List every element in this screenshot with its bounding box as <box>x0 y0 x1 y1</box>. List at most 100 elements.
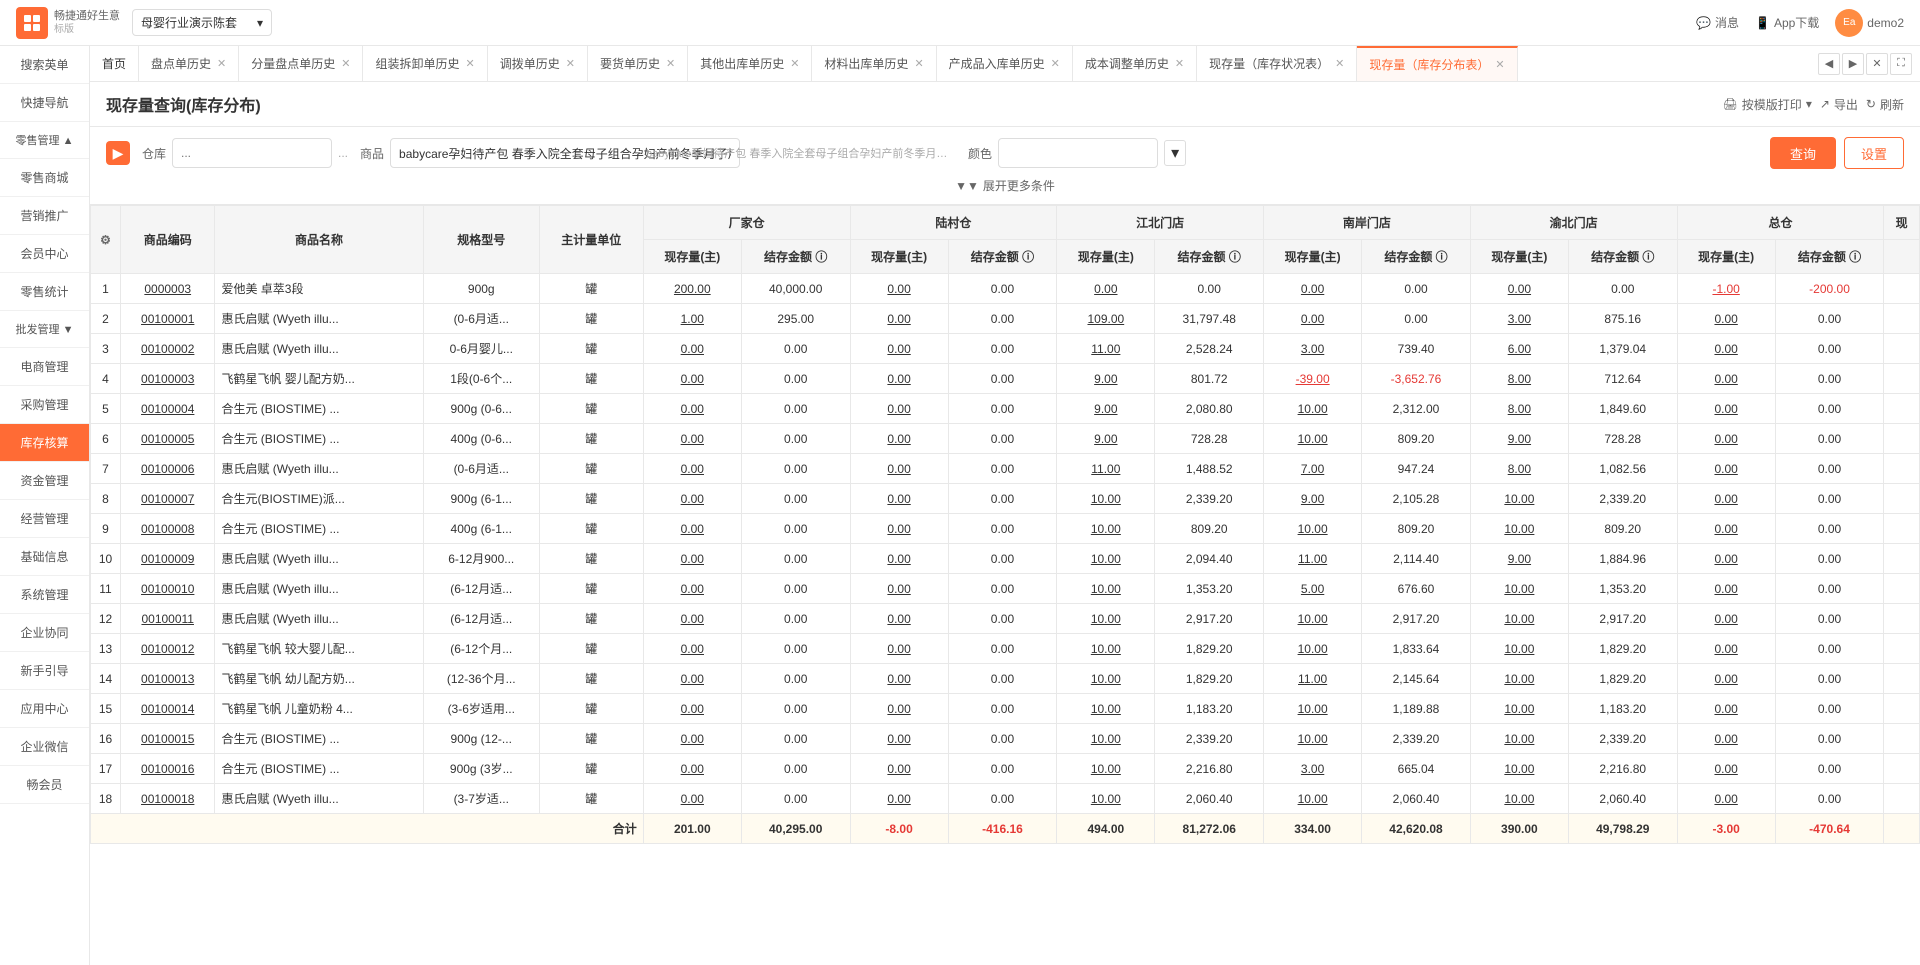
th-total: 总仓 <box>1677 206 1884 240</box>
cell-spec: 900g (3岁... <box>423 754 539 784</box>
cell-w5-qty: 9.00 <box>1470 544 1568 574</box>
cell-w5-amt: 2,216.80 <box>1568 754 1677 784</box>
sidebar-item-basic-info[interactable]: 基础信息 <box>0 538 89 576</box>
tab-stock-dist[interactable]: 现存量（库存分布表） ✕ <box>1357 46 1517 82</box>
tab-nav-btns: ◀ ▶ ✕ ⛶ <box>1810 53 1920 75</box>
sidebar-item-guide[interactable]: 新手引导 <box>0 652 89 690</box>
tab-close-icon[interactable]: ✕ <box>790 57 799 70</box>
tab-close-icon[interactable]: ✕ <box>1051 57 1060 70</box>
tab-sub-count[interactable]: 分量盘点单历史 ✕ <box>239 46 363 82</box>
tab-close-icon[interactable]: ✕ <box>341 57 350 70</box>
cell-w4-amt: 2,114.40 <box>1362 544 1471 574</box>
export-btn[interactable]: ↗ 导出 <box>1820 96 1858 113</box>
sidebar-item-enterprise[interactable]: 企业协同 <box>0 614 89 652</box>
tab-requisition[interactable]: 要货单历史 ✕ <box>588 46 688 82</box>
sidebar-item-inventory[interactable]: 库存核算 <box>0 424 89 462</box>
cell-no: 3 <box>91 334 121 364</box>
tab-close-icon[interactable]: ✕ <box>914 57 923 70</box>
cell-no: 9 <box>91 514 121 544</box>
cell-code: 00100014 <box>121 694 215 724</box>
sidebar-item-wholesale[interactable]: 批发管理 ▼ <box>0 311 89 348</box>
sidebar-item-purchase[interactable]: 采购管理 <box>0 386 89 424</box>
settings-icon[interactable]: ⚙ <box>100 233 111 247</box>
cell-w5-amt: 1,829.20 <box>1568 634 1677 664</box>
main-layout: 搜索英单 快捷导航 零售管理 ▲ 零售商城 营销推广 会员中心 零售统计 批发管… <box>0 46 1920 965</box>
cell-w2-qty: 0.00 <box>850 574 948 604</box>
cell-total-amt: 0.00 <box>1775 544 1884 574</box>
sidebar-item-wechat[interactable]: 企业微信 <box>0 728 89 766</box>
tab-close-icon[interactable]: ✕ <box>217 57 226 70</box>
cell-w1-amt: 40,000.00 <box>741 274 850 304</box>
message-btn[interactable]: 💬 消息 <box>1696 14 1739 31</box>
color-input[interactable] <box>998 138 1158 168</box>
tab-next-btn[interactable]: ▶ <box>1842 53 1864 75</box>
cell-w4-qty: 10.00 <box>1264 694 1362 724</box>
tab-close-icon[interactable]: ✕ <box>1335 57 1344 70</box>
tab-stock-status[interactable]: 现存量（库存状况表） ✕ <box>1197 46 1357 82</box>
cell-w2-qty: 0.00 <box>850 724 948 754</box>
user-area[interactable]: Ea demo2 <box>1835 9 1904 37</box>
sidebar-item-quicknav[interactable]: 快捷导航 <box>0 84 89 122</box>
cell-name: 惠氏启赋 (Wyeth illu... <box>215 544 423 574</box>
cell-w2-qty: 0.00 <box>850 634 948 664</box>
cell-extra <box>1884 364 1920 394</box>
product-input[interactable] <box>390 138 740 168</box>
sidebar-item-retail-mall[interactable]: 零售商城 <box>0 159 89 197</box>
color-dropdown-btn[interactable]: ▾ <box>1164 140 1186 166</box>
tab-close-icon[interactable]: ✕ <box>666 57 675 70</box>
cell-w3-qty: 9.00 <box>1057 424 1155 454</box>
sidebar-item-search[interactable]: 搜索英单 <box>0 46 89 84</box>
cell-w4-qty: 10.00 <box>1264 424 1362 454</box>
tab-close-all-btn[interactable]: ✕ <box>1866 53 1888 75</box>
query-button[interactable]: 查询 <box>1770 137 1836 169</box>
sidebar-item-ecommerce[interactable]: 电商管理 <box>0 348 89 386</box>
cell-w5-amt: 2,339.20 <box>1568 724 1677 754</box>
setting-button[interactable]: 设置 <box>1844 137 1904 169</box>
tab-close-icon[interactable]: ✕ <box>1175 57 1184 70</box>
footer-label: 合计 <box>91 814 644 844</box>
tab-product-in[interactable]: 产成品入库单历史 ✕ <box>937 46 1073 82</box>
sidebar-item-operations[interactable]: 经营管理 <box>0 500 89 538</box>
cell-spec: (6-12个月... <box>423 634 539 664</box>
tab-expand-btn[interactable]: ⛶ <box>1890 53 1912 75</box>
filter-toggle-btn[interactable]: ▶ <box>106 141 130 165</box>
chevron-down-icon: ▾ <box>1806 97 1812 111</box>
th-current-extra <box>1884 240 1920 274</box>
sidebar-item-appcenter[interactable]: 应用中心 <box>0 690 89 728</box>
cell-w4-qty: 10.00 <box>1264 784 1362 814</box>
tab-close-icon[interactable]: ✕ <box>566 57 575 70</box>
cell-name: 惠氏启赋 (Wyeth illu... <box>215 784 423 814</box>
cell-w2-amt: 0.00 <box>948 544 1057 574</box>
th-settings[interactable]: ⚙ <box>91 206 121 274</box>
print-btn[interactable]: 🖨 按模版打印 ▾ <box>1723 96 1812 113</box>
industry-select[interactable]: 母婴行业演示陈套 ▾ <box>132 9 272 36</box>
sidebar-item-retail-stats[interactable]: 零售统计 <box>0 273 89 311</box>
expand-icon: ▼▼ <box>955 179 979 193</box>
warehouse-input[interactable] <box>172 138 332 168</box>
table-row: 2 00100001 惠氏启赋 (Wyeth illu... (0-6月适...… <box>91 304 1920 334</box>
sidebar-item-retail-mgmt[interactable]: 零售管理 ▲ <box>0 122 89 159</box>
sidebar: 搜索英单 快捷导航 零售管理 ▲ 零售商城 营销推广 会员中心 零售统计 批发管… <box>0 46 90 965</box>
sidebar-item-member[interactable]: 会员中心 <box>0 235 89 273</box>
tab-close-icon[interactable]: ✕ <box>466 57 475 70</box>
refresh-btn[interactable]: ↻ 刷新 <box>1866 96 1904 113</box>
tab-home[interactable]: 首页 <box>90 46 139 82</box>
sidebar-item-marketing[interactable]: 营销推广 <box>0 197 89 235</box>
tab-material-out[interactable]: 材料出库单历史 ✕ <box>812 46 936 82</box>
tab-other-out[interactable]: 其他出库单历史 ✕ <box>688 46 812 82</box>
tab-close-icon[interactable]: ✕ <box>1495 58 1504 71</box>
tab-cost-adjust[interactable]: 成本调整单历史 ✕ <box>1073 46 1197 82</box>
tab-inventory-count[interactable]: 盘点单历史 ✕ <box>139 46 239 82</box>
tab-transfer[interactable]: 调拨单历史 ✕ <box>488 46 588 82</box>
tab-prev-btn[interactable]: ◀ <box>1818 53 1840 75</box>
app-download-btn[interactable]: 📱 App下载 <box>1755 14 1819 31</box>
expand-conditions-btn[interactable]: ▼▼ 展开更多条件 <box>955 177 1055 194</box>
cell-extra <box>1884 574 1920 604</box>
sidebar-item-member2[interactable]: 畅会员 <box>0 766 89 804</box>
cell-spec: 0-6月婴儿... <box>423 334 539 364</box>
sidebar-item-finance[interactable]: 资金管理 <box>0 462 89 500</box>
cell-total-qty: 0.00 <box>1677 754 1775 784</box>
sidebar-item-system[interactable]: 系统管理 <box>0 576 89 614</box>
cell-w5-qty: 10.00 <box>1470 634 1568 664</box>
tab-assembly[interactable]: 组装拆卸单历史 ✕ <box>363 46 487 82</box>
